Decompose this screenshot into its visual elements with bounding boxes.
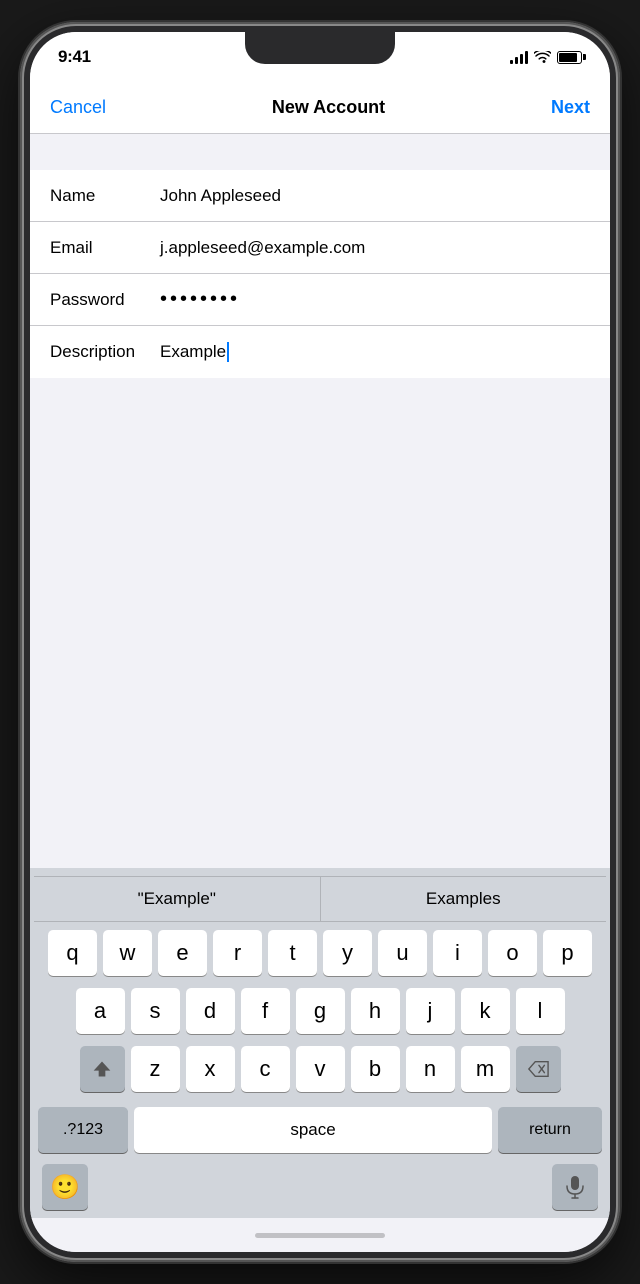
- shift-icon: [92, 1059, 112, 1079]
- nav-title: New Account: [272, 97, 385, 118]
- signal-bars-icon: [510, 50, 528, 64]
- key-k[interactable]: k: [461, 988, 510, 1034]
- key-v[interactable]: v: [296, 1046, 345, 1092]
- battery-icon: [557, 51, 582, 64]
- return-key[interactable]: return: [498, 1107, 602, 1153]
- key-n[interactable]: n: [406, 1046, 455, 1092]
- key-q[interactable]: q: [48, 930, 97, 976]
- keyboard-row-3: z x c v b n m: [34, 1046, 606, 1092]
- screen: 9:41 Cancel: [30, 32, 610, 1252]
- delete-icon: [527, 1060, 549, 1078]
- shift-key[interactable]: [80, 1046, 125, 1092]
- form-section: Name John Appleseed Email j.appleseed@ex…: [30, 170, 610, 378]
- key-z[interactable]: z: [131, 1046, 180, 1092]
- key-l[interactable]: l: [516, 988, 565, 1034]
- description-label: Description: [50, 342, 160, 362]
- wifi-icon: [534, 51, 551, 64]
- function-key-row: 🙂: [34, 1156, 606, 1214]
- next-button[interactable]: Next: [551, 97, 590, 118]
- keyboard-row-1: q w e r t y u i o p: [34, 930, 606, 976]
- autocomplete-item-1[interactable]: Examples: [320, 877, 607, 921]
- space-key[interactable]: space: [134, 1107, 492, 1153]
- password-label: Password: [50, 290, 160, 310]
- content-area: [30, 378, 610, 868]
- delete-key[interactable]: [516, 1046, 561, 1092]
- key-u[interactable]: u: [378, 930, 427, 976]
- cancel-button[interactable]: Cancel: [50, 97, 106, 118]
- microphone-key[interactable]: [552, 1164, 598, 1210]
- key-c[interactable]: c: [241, 1046, 290, 1092]
- status-bar: 9:41: [30, 32, 610, 82]
- key-d[interactable]: d: [186, 988, 235, 1034]
- key-r[interactable]: r: [213, 930, 262, 976]
- key-x[interactable]: x: [186, 1046, 235, 1092]
- key-i[interactable]: i: [433, 930, 482, 976]
- key-h[interactable]: h: [351, 988, 400, 1034]
- key-p[interactable]: p: [543, 930, 592, 976]
- key-e[interactable]: e: [158, 930, 207, 976]
- top-separator: [30, 134, 610, 170]
- key-f[interactable]: f: [241, 988, 290, 1034]
- key-y[interactable]: y: [323, 930, 372, 976]
- key-m[interactable]: m: [461, 1046, 510, 1092]
- emoji-key[interactable]: 🙂: [42, 1164, 88, 1210]
- key-a[interactable]: a: [76, 988, 125, 1034]
- nav-bar: Cancel New Account Next: [30, 82, 610, 134]
- name-label: Name: [50, 186, 160, 206]
- microphone-icon: [566, 1175, 584, 1199]
- home-indicator: [30, 1218, 610, 1252]
- autocomplete-bar: "Example" Examples: [34, 876, 606, 922]
- key-t[interactable]: t: [268, 930, 317, 976]
- email-value[interactable]: j.appleseed@example.com: [160, 238, 590, 258]
- keyboard: "Example" Examples q w e r t y u i o p: [30, 868, 610, 1218]
- name-value[interactable]: John Appleseed: [160, 186, 590, 206]
- key-s[interactable]: s: [131, 988, 180, 1034]
- keyboard-row-2: a s d f g h j k l: [34, 988, 606, 1034]
- status-icons: [510, 50, 582, 64]
- description-row: Description Example: [30, 326, 610, 378]
- key-w[interactable]: w: [103, 930, 152, 976]
- home-indicator-bar: [255, 1233, 385, 1238]
- status-time: 9:41: [58, 47, 91, 67]
- email-row: Email j.appleseed@example.com: [30, 222, 610, 274]
- key-g[interactable]: g: [296, 988, 345, 1034]
- autocomplete-item-0[interactable]: "Example": [34, 877, 320, 921]
- key-o[interactable]: o: [488, 930, 537, 976]
- email-label: Email: [50, 238, 160, 258]
- key-j[interactable]: j: [406, 988, 455, 1034]
- keyboard-bottom-row: .?123 space return: [34, 1104, 606, 1156]
- description-value[interactable]: Example: [160, 342, 590, 363]
- password-row: Password ••••••••: [30, 274, 610, 326]
- key-b[interactable]: b: [351, 1046, 400, 1092]
- notch: [245, 32, 395, 64]
- name-row: Name John Appleseed: [30, 170, 610, 222]
- numbers-key[interactable]: .?123: [38, 1107, 128, 1153]
- phone-frame: 9:41 Cancel: [20, 22, 620, 1262]
- password-value[interactable]: ••••••••: [160, 288, 590, 311]
